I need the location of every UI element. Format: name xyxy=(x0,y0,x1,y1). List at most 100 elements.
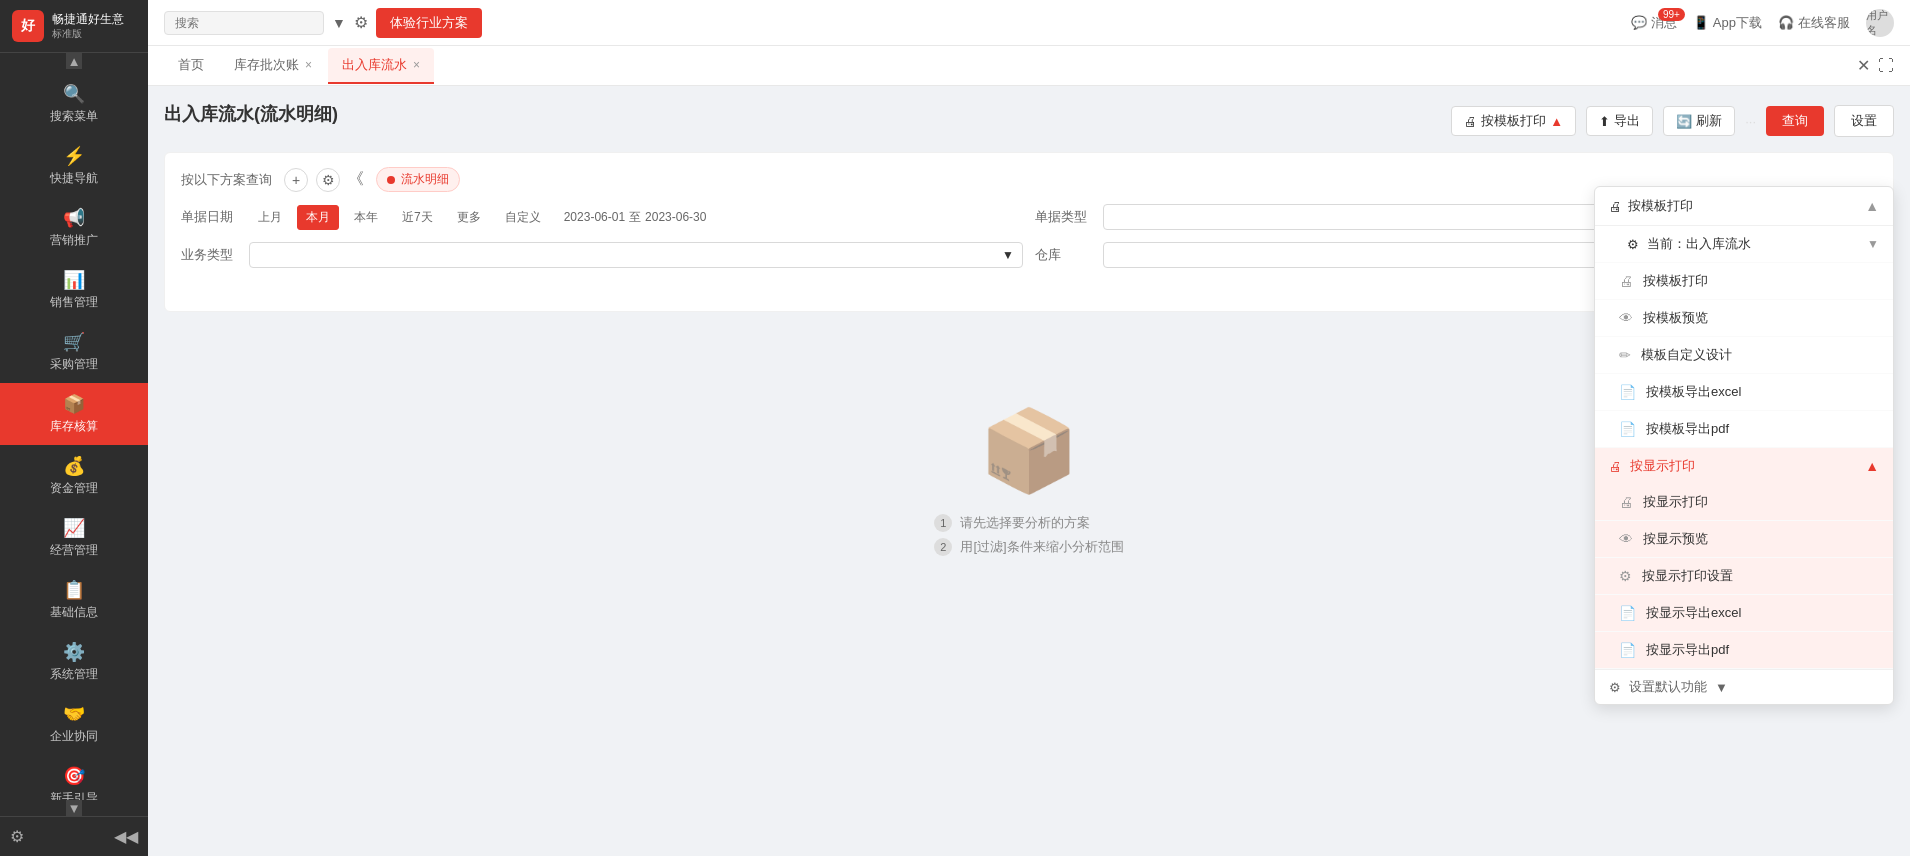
tab-close-flow[interactable]: × xyxy=(413,58,420,72)
template-customize-label: 模板自定义设计 xyxy=(1641,346,1732,364)
date-btn-本年[interactable]: 本年 xyxy=(345,205,387,230)
sidebar-item-marketing[interactable]: 📢 营销推广 xyxy=(0,197,148,259)
content-area: 出入库流水(流水明细) 🖨 按模板打印 ▲ ⬆ 导出 🔄 刷新 xyxy=(148,86,1910,856)
sidebar-nav: 🔍 搜索菜单 ⚡ 快捷导航 📢 营销推广 📊 销售管理 🛒 采购管理 📦 库存核… xyxy=(0,69,148,800)
settings-btn[interactable]: 设置 xyxy=(1834,105,1894,137)
sidebar-item-collab[interactable]: 🤝 企业协同 xyxy=(0,693,148,755)
dp-item-template-preview[interactable]: 👁 按模板预览 xyxy=(1595,300,1893,337)
dp-item-display-export-pdf[interactable]: 📄 按显示导出pdf xyxy=(1595,632,1893,669)
dp-display-section-header[interactable]: 🖨 按显示打印 ▲ xyxy=(1595,448,1893,484)
dp-item-display-print[interactable]: 🖨 按显示打印 xyxy=(1595,484,1893,521)
tip-text: 请先选择要分析的方案 xyxy=(960,514,1090,532)
dp-item-display-export-excel[interactable]: 📄 按显示导出excel xyxy=(1595,595,1893,632)
dp-display-items: 🖨 按显示打印 👁 按显示预览 ⚙ 按显示打印设置 📄 按显示导出excel 📄… xyxy=(1595,484,1893,669)
dp-display-icon: 🖨 xyxy=(1609,459,1622,474)
query-btn[interactable]: 查询 xyxy=(1766,106,1824,136)
sidebar-label-finance: 资金管理 xyxy=(50,480,98,497)
maximize-btn[interactable]: ⛶ xyxy=(1878,57,1894,75)
tab-home[interactable]: 首页 xyxy=(164,48,218,84)
date-btn-近7天[interactable]: 近7天 xyxy=(393,205,442,230)
empty-tip: 2 用[过滤]条件来缩小分析范围 xyxy=(934,538,1123,556)
date-btn-本月[interactable]: 本月 xyxy=(297,205,339,230)
dp-header: 🖨 按模板打印 ▲ xyxy=(1595,187,1893,226)
collab-icon: 🤝 xyxy=(63,703,85,725)
quick-nav-icon: ⚡ xyxy=(63,145,85,167)
sidebar-label-basic: 基础信息 xyxy=(50,604,98,621)
biz-type-select[interactable]: ▼ xyxy=(249,242,1023,268)
dp-item-display-preview[interactable]: 👁 按显示预览 xyxy=(1595,521,1893,558)
print-dropdown-arrow: ▲ xyxy=(1550,114,1563,129)
settings-icon[interactable]: ⚙ xyxy=(10,827,24,846)
dp-item-template-export-excel[interactable]: 📄 按模板导出excel xyxy=(1595,374,1893,411)
sidebar-item-system[interactable]: ⚙️ 系统管理 xyxy=(0,631,148,693)
app-logo: 好 畅捷通好生意 标准版 xyxy=(0,0,148,53)
notice-badge: 99+ xyxy=(1658,8,1685,21)
refresh-btn[interactable]: 🔄 刷新 xyxy=(1663,106,1735,136)
sidebar-footer: ⚙ ◀◀ xyxy=(0,816,148,856)
dp-item-template-print[interactable]: 🖨 按模板打印 xyxy=(1595,263,1893,300)
print-btn[interactable]: 🖨 按模板打印 ▲ xyxy=(1451,106,1576,136)
filter-dot xyxy=(387,176,395,184)
dp-item-display-print-settings[interactable]: ⚙ 按显示打印设置 xyxy=(1595,558,1893,595)
biz-type-field-row: 业务类型 ▼ xyxy=(181,242,1023,268)
template-print-label: 按模板打印 xyxy=(1643,272,1708,290)
export-btn[interactable]: ⬆ 导出 xyxy=(1586,106,1653,136)
active-filter-tag[interactable]: 流水明细 xyxy=(376,167,460,192)
app-download-btn[interactable]: 📱 App下载 xyxy=(1693,14,1762,32)
sidebar-item-inventory[interactable]: 📦 库存核算 xyxy=(0,383,148,445)
dp-title: 🖨 按模板打印 xyxy=(1609,197,1693,215)
header-gear-icon[interactable]: ⚙ xyxy=(354,13,368,32)
sidebar-item-finance[interactable]: 💰 资金管理 xyxy=(0,445,148,507)
display-export-pdf-icon: 📄 xyxy=(1619,642,1636,658)
scroll-up-btn[interactable]: ▲ xyxy=(66,53,82,69)
trial-btn[interactable]: 体验行业方案 xyxy=(376,8,482,38)
scroll-down-btn[interactable]: ▼ xyxy=(66,800,82,816)
service-btn[interactable]: 🎧 在线客服 xyxy=(1778,14,1850,32)
dp-item-template-export-pdf[interactable]: 📄 按模板导出pdf xyxy=(1595,411,1893,448)
content-header: 出入库流水(流水明细) 🖨 按模板打印 ▲ ⬆ 导出 🔄 刷新 xyxy=(164,102,1894,140)
dp-item-template-customize[interactable]: ✏ 模板自定义设计 xyxy=(1595,337,1893,374)
tabs-bar: 首页库存批次账×出入库流水× ✕ ⛶ xyxy=(148,46,1910,86)
sidebar-item-sales[interactable]: 📊 销售管理 xyxy=(0,259,148,321)
empty-icon: 📦 xyxy=(979,404,1079,498)
display-preview-icon: 👁 xyxy=(1619,531,1633,547)
display-print-settings-icon: ⚙ xyxy=(1619,568,1632,584)
header-search-input[interactable] xyxy=(164,11,324,35)
sidebar-item-guide[interactable]: 🎯 新手引导 xyxy=(0,755,148,800)
user-avatar[interactable]: 用户名 xyxy=(1866,9,1894,37)
filter-tag-label: 流水明细 xyxy=(401,171,449,188)
filter-collapse-btn[interactable]: 《 xyxy=(348,169,364,190)
sidebar-label-search: 搜索菜单 xyxy=(50,108,98,125)
filter-settings-btn[interactable]: ⚙ xyxy=(316,168,340,192)
service-icon: 🎧 xyxy=(1778,15,1794,30)
dp-current-item[interactable]: ⚙ 当前：出入库流水 ▼ xyxy=(1595,226,1893,263)
dp-footer[interactable]: ⚙ 设置默认功能 ▼ xyxy=(1595,669,1893,704)
notice-btn[interactable]: 💬 消息 99+ xyxy=(1631,14,1677,32)
dp-toggle-btn[interactable]: ▲ xyxy=(1865,198,1879,214)
header-dropdown-btn[interactable]: ▼ xyxy=(332,15,346,31)
tab-flow[interactable]: 出入库流水× xyxy=(328,48,434,84)
system-icon: ⚙️ xyxy=(63,641,85,663)
sidebar-item-search[interactable]: 🔍 搜索菜单 xyxy=(0,73,148,135)
display-export-excel-icon: 📄 xyxy=(1619,605,1636,621)
sidebar-label-inventory: 库存核算 xyxy=(50,418,98,435)
date-btn-上月[interactable]: 上月 xyxy=(249,205,291,230)
empty-tips: 1 请先选择要分析的方案 2 用[过滤]条件来缩小分析范围 xyxy=(934,514,1123,556)
sidebar-label-sales: 销售管理 xyxy=(50,294,98,311)
date-btn-自定义[interactable]: 自定义 xyxy=(496,205,550,230)
header-right: 💬 消息 99+ 📱 App下载 🎧 在线客服 用户名 xyxy=(1631,9,1894,37)
purchase-icon: 🛒 xyxy=(63,331,85,353)
tab-batch[interactable]: 库存批次账× xyxy=(220,48,326,84)
date-btn-更多[interactable]: 更多 xyxy=(448,205,490,230)
sidebar-item-quick-nav[interactable]: ⚡ 快捷导航 xyxy=(0,135,148,197)
dp-display-section-title: 🖨 按显示打印 xyxy=(1609,457,1695,475)
sidebar-item-operation[interactable]: 📈 经营管理 xyxy=(0,507,148,569)
sidebar-item-purchase[interactable]: 🛒 采购管理 xyxy=(0,321,148,383)
collapse-sidebar-icon[interactable]: ◀◀ xyxy=(114,827,138,846)
add-filter-btn[interactable]: + xyxy=(284,168,308,192)
close-all-btn[interactable]: ✕ xyxy=(1857,56,1870,75)
display-export-pdf-label: 按显示导出pdf xyxy=(1646,641,1729,659)
sidebar-label-guide: 新手引导 xyxy=(50,790,98,800)
tab-close-batch[interactable]: × xyxy=(305,58,312,72)
sidebar-item-basic[interactable]: 📋 基础信息 xyxy=(0,569,148,631)
